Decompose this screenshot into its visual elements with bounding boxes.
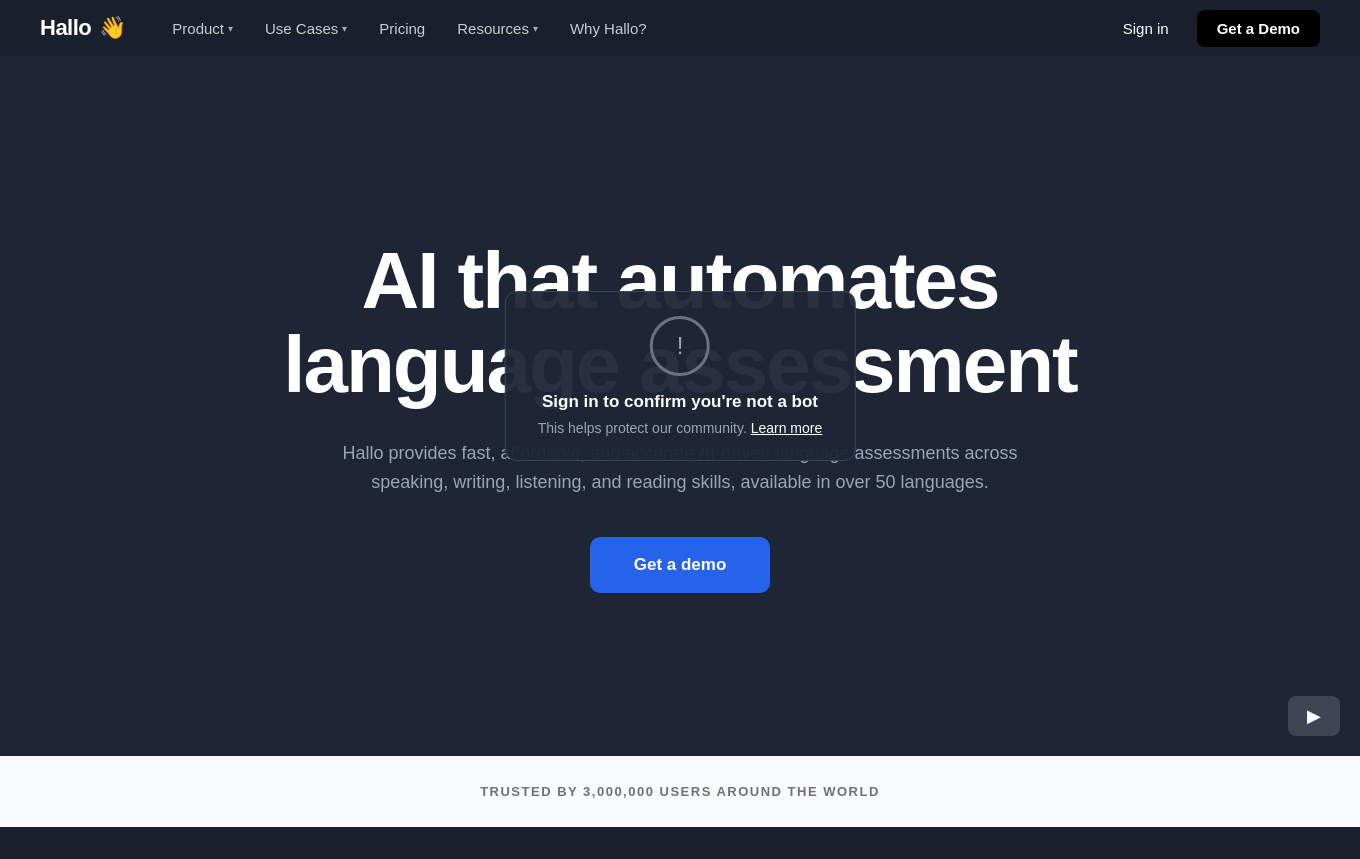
- bot-dialog-subtitle: This helps protect our community. Learn …: [538, 420, 823, 436]
- trusted-section: TRUSTED BY 3,000,000 USERS AROUND THE WO…: [0, 756, 1360, 827]
- sign-in-button[interactable]: Sign in: [1111, 12, 1181, 45]
- logo[interactable]: Hallo 👋: [40, 15, 126, 41]
- hero-cta-button[interactable]: Get a demo: [590, 537, 771, 593]
- chevron-down-icon: ▾: [342, 23, 347, 34]
- nav-resources[interactable]: Resources ▾: [443, 12, 552, 45]
- logo-icon: 👋: [99, 15, 126, 41]
- nav-links: Product ▾ Use Cases ▾ Pricing Resources …: [158, 12, 660, 45]
- logo-text: Hallo: [40, 15, 91, 41]
- nav-left: Hallo 👋 Product ▾ Use Cases ▾ Pricing Re…: [40, 12, 661, 45]
- get-demo-button[interactable]: Get a Demo: [1197, 10, 1320, 47]
- nav-right: Sign in Get a Demo: [1111, 10, 1320, 47]
- video-play-button[interactable]: [1288, 696, 1340, 736]
- bot-warning-icon: !: [650, 316, 710, 376]
- bot-dialog: ! Sign in to confirm you're not a bot Th…: [505, 291, 856, 461]
- nav-pricing[interactable]: Pricing: [365, 12, 439, 45]
- learn-more-link[interactable]: Learn more: [751, 420, 823, 436]
- trusted-text: TRUSTED BY 3,000,000 USERS AROUND THE WO…: [40, 784, 1320, 799]
- hero-section: AI that automates language assessment ! …: [0, 56, 1360, 756]
- navbar: Hallo 👋 Product ▾ Use Cases ▾ Pricing Re…: [0, 0, 1360, 56]
- nav-product[interactable]: Product ▾: [158, 12, 247, 45]
- nav-why-hallo[interactable]: Why Hallo?: [556, 12, 661, 45]
- chevron-down-icon: ▾: [228, 23, 233, 34]
- bot-dialog-title: Sign in to confirm you're not a bot: [538, 392, 823, 412]
- nav-use-cases[interactable]: Use Cases ▾: [251, 12, 361, 45]
- chevron-down-icon: ▾: [533, 23, 538, 34]
